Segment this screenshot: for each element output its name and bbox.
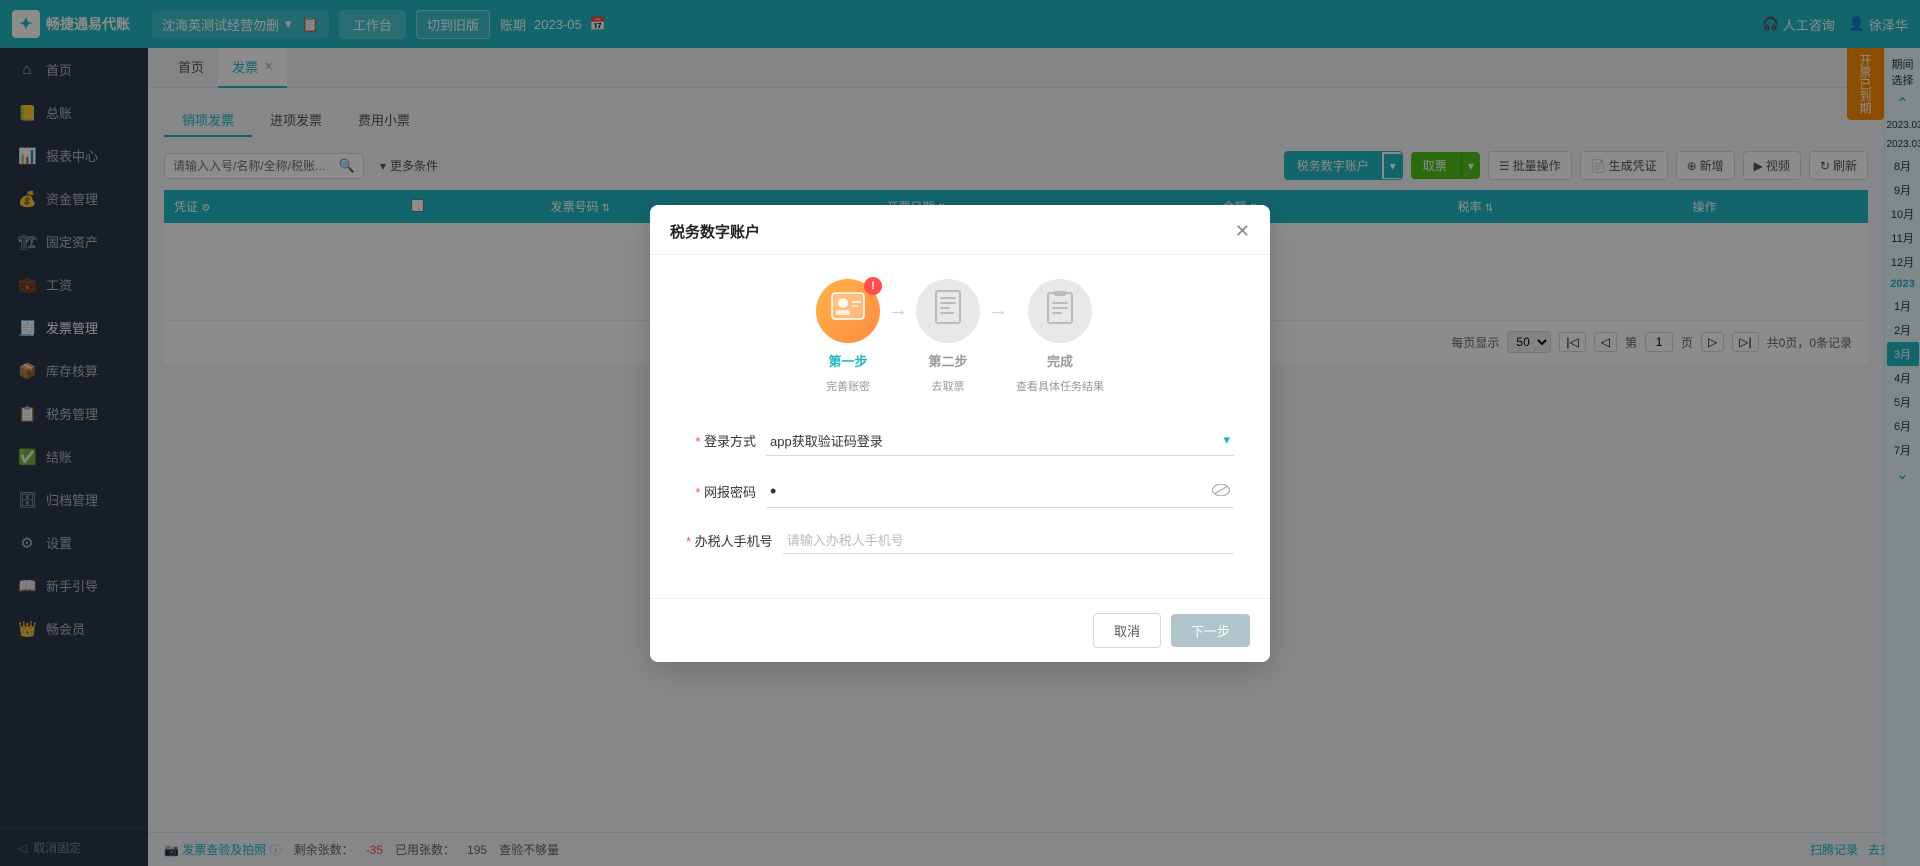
password-input[interactable]	[766, 476, 1208, 507]
password-row: 网报密码	[686, 476, 1234, 508]
step-arrow-1: →	[880, 299, 916, 322]
phone-row: 办税人手机号	[686, 528, 1234, 554]
steps-row: ! 第一步 完善账密 →	[686, 279, 1234, 394]
step-1-sublabel: 完善账密	[826, 378, 870, 394]
login-method-select[interactable]: app获取验证码登录 ▾	[766, 426, 1234, 456]
modal-title: 税务数字账户	[670, 221, 760, 242]
step-3-icon-wrap	[1028, 279, 1092, 343]
step-3-label: 完成	[1047, 351, 1073, 370]
login-method-label: 登录方式	[686, 431, 766, 450]
step-3-sublabel: 查看具体任务结果	[1016, 378, 1104, 394]
login-method-row: 登录方式 app获取验证码登录 ▾	[686, 426, 1234, 456]
password-field-wrap	[766, 476, 1234, 508]
step-2-icon-wrap	[916, 279, 980, 343]
modal-overlay[interactable]: 税务数字账户 ✕	[0, 0, 1920, 866]
person-card-icon	[830, 289, 866, 325]
modal-footer: 取消 下一步	[650, 598, 1270, 662]
eye-toggle-button[interactable]	[1208, 483, 1234, 499]
step-arrow-2: →	[980, 299, 1016, 322]
login-method-value: app获取验证码登录	[770, 431, 883, 450]
phone-input[interactable]	[783, 528, 1234, 554]
step-2-icon	[930, 289, 966, 332]
step-1-icon-wrap: !	[816, 279, 880, 343]
step-1-label: 第一步	[828, 351, 867, 370]
clipboard-icon	[1042, 289, 1078, 325]
select-chevron-icon: ▾	[1223, 432, 1230, 448]
receipt-icon	[930, 289, 966, 325]
eye-icon	[1212, 484, 1230, 496]
step-1-icon	[830, 289, 866, 332]
step-2: 第二步 去取票	[916, 279, 980, 394]
step-3-icon	[1042, 289, 1078, 332]
password-label: 网报密码	[686, 482, 766, 501]
cancel-button[interactable]: 取消	[1093, 613, 1161, 648]
step-1: ! 第一步 完善账密	[816, 279, 880, 394]
step-error-badge: !	[864, 277, 882, 295]
step-3: 完成 查看具体任务结果	[1016, 279, 1104, 394]
step-2-sublabel: 去取票	[932, 378, 965, 394]
modal-header: 税务数字账户 ✕	[650, 205, 1270, 255]
phone-label: 办税人手机号	[686, 531, 783, 550]
next-step-button[interactable]: 下一步	[1171, 614, 1250, 647]
step-2-label: 第二步	[928, 351, 967, 370]
modal-body: ! 第一步 完善账密 →	[650, 255, 1270, 598]
tax-digital-modal: 税务数字账户 ✕	[650, 205, 1270, 662]
modal-close-button[interactable]: ✕	[1235, 222, 1250, 240]
